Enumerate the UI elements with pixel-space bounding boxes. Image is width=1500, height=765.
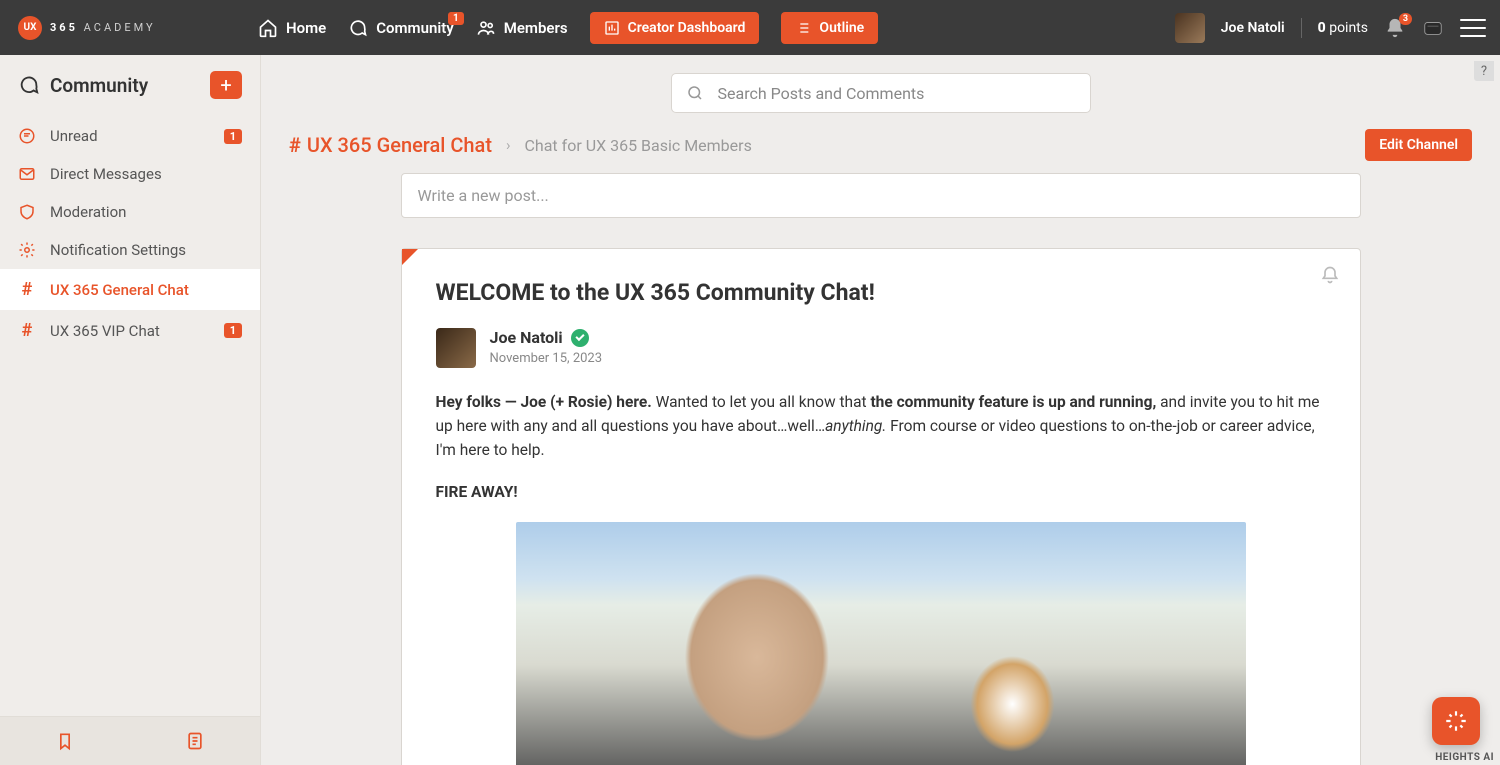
post-meta: Joe Natoli November 15, 2023 [436, 328, 1326, 368]
sidebar-header: Community + [0, 55, 260, 109]
sidebar-title: Community [18, 74, 148, 97]
gear-icon [18, 241, 36, 259]
nav-community-badge: 1 [448, 12, 464, 25]
brand-logo: UX [18, 16, 42, 40]
post-text: FIRE AWAY! [436, 483, 518, 501]
sidebar-item-moderation[interactable]: Moderation [0, 193, 260, 231]
sidebar-footer [0, 716, 260, 765]
unread-icon [18, 127, 36, 145]
nav-creator-label: Creator Dashboard [628, 20, 746, 36]
channel-name[interactable]: # UX 365 General Chat [289, 133, 492, 157]
sparkle-icon [1443, 708, 1469, 734]
sidebar-list: Unread 1 Direct Messages Moderation Noti… [0, 109, 260, 359]
members-icon [476, 18, 496, 38]
main: ? # UX 365 General Chat › Chat for UX 36… [261, 55, 1500, 765]
sidebar-item-label: Direct Messages [50, 165, 162, 183]
inbox-icon [1422, 17, 1444, 39]
pinned-corner [402, 249, 418, 265]
nav-community[interactable]: Community 1 [348, 18, 454, 38]
help-button[interactable]: ? [1474, 61, 1494, 81]
inbox-button[interactable] [1422, 17, 1444, 39]
hash-icon: # [289, 133, 301, 157]
user-name[interactable]: Joe Natoli [1221, 20, 1285, 36]
heights-label: HEIGHTS AI [1435, 752, 1494, 763]
brand-tagline: 365 ACADEMY [50, 21, 156, 34]
sidebar-item-label: Unread [50, 127, 98, 145]
nav-members[interactable]: Members [476, 18, 568, 38]
nav-outline[interactable]: Outline [781, 12, 878, 44]
nav-community-label: Community [376, 19, 454, 37]
post-text: the community feature is up and running, [870, 393, 1156, 411]
sidebar-item-label: Notification Settings [50, 241, 186, 259]
nav-members-label: Members [504, 19, 568, 37]
sidebar-item-unread[interactable]: Unread 1 [0, 117, 260, 155]
sidebar-channel-label: UX 365 VIP Chat [50, 322, 160, 340]
outline-icon [795, 20, 811, 36]
nav-creator-dashboard[interactable]: Creator Dashboard [590, 12, 760, 44]
bell-icon [1320, 265, 1340, 285]
brand[interactable]: UX 365 ACADEMY [18, 16, 258, 40]
search-icon [686, 84, 704, 102]
nav-home[interactable]: Home [258, 18, 326, 38]
sidebar-item-dm[interactable]: Direct Messages [0, 155, 260, 193]
add-channel-button[interactable]: + [210, 71, 242, 99]
sidebar-channel-count: 1 [224, 323, 242, 338]
home-icon [258, 18, 278, 38]
sidebar-item-count: 1 [224, 129, 242, 144]
divider [1301, 18, 1302, 38]
nav-home-label: Home [286, 19, 326, 37]
chevron-right-icon: › [506, 136, 511, 154]
edit-channel-button[interactable]: Edit Channel [1365, 129, 1472, 161]
sidebar: Community + Unread 1 Direct Messages Mod… [0, 55, 261, 765]
hash-icon: # [18, 279, 36, 300]
channel-desc: Chat for UX 365 Basic Members [525, 136, 752, 155]
sidebar-item-notif-settings[interactable]: Notification Settings [0, 231, 260, 269]
post-text: Hey folks — Joe (+ Rosie) here. [436, 393, 652, 411]
sidebar-channel-vip[interactable]: # UX 365 VIP Chat 1 [0, 310, 260, 351]
shield-icon [18, 203, 36, 221]
user-points: 0 points [1318, 20, 1368, 36]
sidebar-item-label: Moderation [50, 203, 126, 221]
top-nav: Home Community 1 Members Creator Dashboa… [258, 12, 878, 44]
post-author-avatar[interactable] [436, 328, 476, 368]
dashboard-icon [604, 20, 620, 36]
chat-icon [18, 74, 40, 96]
post-body: Hey folks — Joe (+ Rosie) here. Wanted t… [436, 390, 1326, 765]
post-title: WELCOME to the UX 365 Community Chat! [436, 279, 1326, 306]
post-subscribe-button[interactable] [1320, 265, 1340, 289]
channel-header: # UX 365 General Chat › Chat for UX 365 … [261, 117, 1500, 173]
post-image [516, 522, 1246, 765]
search-input[interactable] [716, 83, 1076, 104]
dm-icon [18, 165, 36, 183]
search-box[interactable] [671, 73, 1091, 113]
menu-button[interactable] [1460, 19, 1486, 37]
post-text: Wanted to let you all know that [652, 393, 871, 411]
notes-icon[interactable] [185, 731, 205, 751]
sidebar-title-label: Community [50, 74, 148, 97]
top-header: UX 365 ACADEMY Home Community 1 Members … [0, 0, 1500, 55]
ai-assistant-button[interactable] [1432, 697, 1480, 745]
sidebar-channel-general[interactable]: # UX 365 General Chat [0, 269, 260, 310]
chat-icon [348, 18, 368, 38]
edit-channel-label: Edit Channel [1379, 137, 1458, 153]
notifications-button[interactable]: 3 [1384, 17, 1406, 39]
post-date: November 15, 2023 [490, 351, 603, 366]
user-avatar[interactable] [1175, 13, 1205, 43]
post-text: anything. [825, 417, 886, 435]
nav-outline-label: Outline [819, 20, 864, 36]
notif-badge: 3 [1399, 13, 1412, 25]
compose-post[interactable]: Write a new post... [401, 173, 1361, 218]
header-right: Joe Natoli 0 points 3 [1175, 13, 1486, 43]
sidebar-channel-label: UX 365 General Chat [50, 281, 189, 299]
bookmark-icon[interactable] [55, 731, 75, 751]
hash-icon: # [18, 320, 36, 341]
post-card: WELCOME to the UX 365 Community Chat! Jo… [401, 248, 1361, 765]
channel-name-label: UX 365 General Chat [307, 133, 492, 157]
verified-icon [571, 329, 589, 347]
post-author-name[interactable]: Joe Natoli [490, 328, 563, 347]
